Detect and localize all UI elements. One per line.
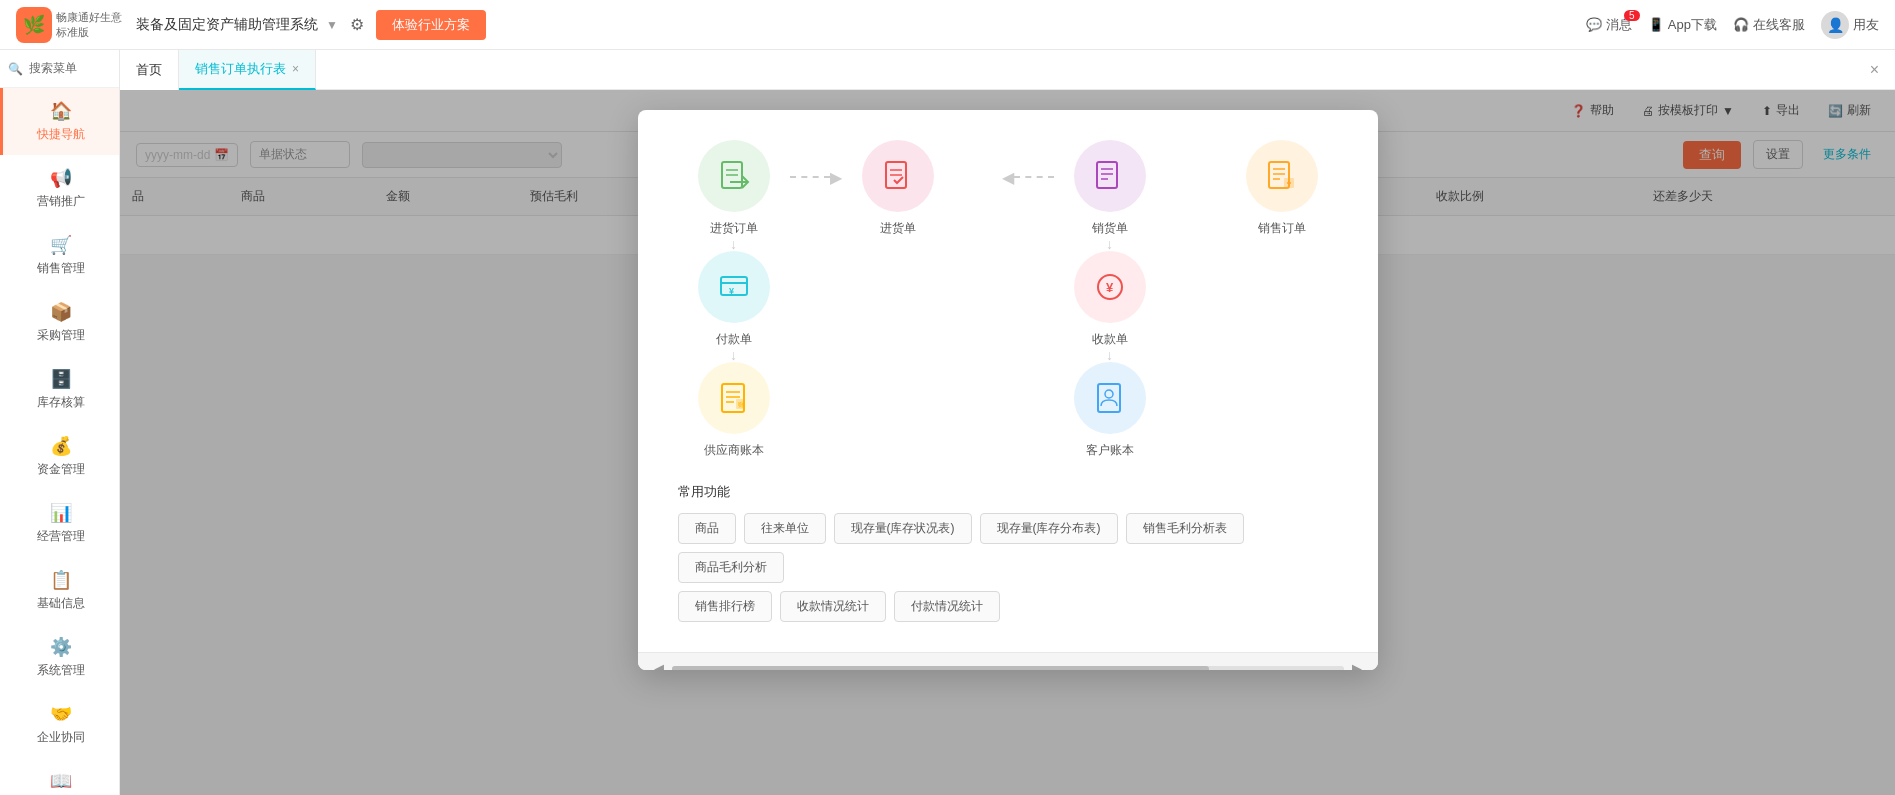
online-service-button[interactable]: 🎧 在线客服 (1733, 16, 1805, 34)
finance-icon: 💰 (50, 435, 72, 457)
system-icon: ⚙️ (50, 636, 72, 658)
sales-bill-icon (1074, 140, 1146, 212)
beginner-icon: 📖 (50, 770, 72, 792)
receipt-bill-label: 收款单 (1092, 331, 1128, 348)
message-badge: 5 (1624, 10, 1640, 21)
supplier-ledger-label: 供应商账本 (704, 442, 764, 459)
message-button[interactable]: 💬 消息 5 (1586, 16, 1632, 34)
tab-sales-order[interactable]: 销售订单执行表 × (179, 50, 316, 90)
logo-icon: 🌿 (16, 7, 52, 43)
sidebar-item-basic-info[interactable]: 📋 基础信息 (0, 557, 119, 624)
top-right-actions: 💬 消息 5 📱 App下载 🎧 在线客服 👤 用友 (1586, 11, 1879, 39)
sidebar-item-beginner[interactable]: 📖 新手引导 (0, 758, 119, 795)
scrollbar-track[interactable] (672, 666, 1344, 671)
flow-sales-order[interactable]: 销售订单 (1246, 140, 1318, 237)
flow-customer-ledger[interactable]: 客户账本 (1074, 362, 1146, 459)
sidebar-item-marketing[interactable]: 📢 营销推广 (0, 155, 119, 222)
supplier-icon: 账 (698, 362, 770, 434)
svg-text:¥: ¥ (1106, 280, 1114, 295)
cf-btn-sales-profit[interactable]: 销售毛利分析表 (1126, 513, 1244, 544)
purchase-bill-label: 进货单 (880, 220, 916, 237)
gear-icon[interactable]: ⚙ (350, 15, 364, 34)
purchase-order-icon (698, 140, 770, 212)
cf-btn-partners[interactable]: 往来单位 (744, 513, 826, 544)
sidebar-item-sales[interactable]: 🛒 销售管理 (0, 222, 119, 289)
purchase-order-label: 进货订单 (710, 220, 758, 237)
enterprise-icon: 🤝 (50, 703, 72, 725)
flow-payment-bill[interactable]: ¥ 付款单 (698, 251, 770, 348)
svg-text:账: 账 (738, 401, 745, 408)
tab-home[interactable]: 首页 (120, 50, 179, 90)
sales-order-icon (1246, 140, 1318, 212)
operations-icon: 📊 (50, 502, 72, 524)
flow-purchase-bill[interactable]: 进货单 (862, 140, 934, 237)
flow-receipt-bill[interactable]: ¥ 收款单 (1074, 251, 1146, 348)
svg-point-23 (1105, 390, 1113, 398)
service-icon: 🎧 (1733, 17, 1749, 32)
common-functions-buttons: 商品 往来单位 现存量(库存状况表) 现存量(库存分布表) 销售毛利分析表 商品… (678, 513, 1338, 583)
payment-bill-label: 付款单 (716, 331, 752, 348)
common-functions-title: 常用功能 (678, 483, 1338, 501)
flow-supplier-ledger[interactable]: 账 供应商账本 (698, 362, 770, 459)
purchase-bill-icon (862, 140, 934, 212)
sales-order-label: 销售订单 (1258, 220, 1306, 237)
scroll-left-icon[interactable]: ◀ (654, 661, 664, 670)
cf-btn-payment-stats[interactable]: 付款情况统计 (894, 591, 1000, 622)
marketing-icon: 📢 (50, 167, 72, 189)
avatar: 👤 (1821, 11, 1849, 39)
sidebar: 🔍 搜索菜单 🏠 快捷导航 📢 营销推广 🛒 销售管理 📦 采购管理 🗄️ (0, 50, 120, 795)
sidebar-item-enterprise[interactable]: 🤝 企业协同 (0, 691, 119, 758)
cf-btn-stock-dist[interactable]: 现存量(库存分布表) (980, 513, 1118, 544)
modal-overlay[interactable]: 进货订单 ↓ ¥ 付款单 ↓ (120, 90, 1895, 795)
download-icon: 📱 (1648, 17, 1664, 32)
common-functions-buttons-2: 销售排行榜 收款情况统计 付款情况统计 (678, 591, 1338, 622)
sidebar-item-inventory[interactable]: 🗄️ 库存核算 (0, 356, 119, 423)
modal-content: 进货订单 ↓ ¥ 付款单 ↓ (638, 110, 1378, 652)
logo-section: 🌿 畅康通好生意 标准版 (16, 7, 136, 43)
basic-info-icon: 📋 (50, 569, 72, 591)
sidebar-item-finance[interactable]: 💰 资金管理 (0, 423, 119, 490)
customer-ledger-icon (1074, 362, 1146, 434)
app-download-button[interactable]: 📱 App下载 (1648, 16, 1717, 34)
sidebar-item-system[interactable]: ⚙️ 系统管理 (0, 624, 119, 691)
svg-text:¥: ¥ (729, 286, 734, 296)
user-menu[interactable]: 👤 用友 (1821, 11, 1879, 39)
purchase-icon: 📦 (50, 301, 72, 323)
close-all-tabs[interactable]: × (1854, 61, 1895, 79)
experience-button[interactable]: 体验行业方案 (376, 10, 486, 40)
modal-scrollbar: ◀ ▶ (638, 652, 1378, 670)
cf-btn-goods-profit[interactable]: 商品毛利分析 (678, 552, 784, 583)
flow-purchase-order[interactable]: 进货订单 (698, 140, 770, 237)
search-icon: 🔍 (8, 62, 23, 76)
system-dropdown-icon[interactable]: ▼ (326, 18, 338, 32)
modal-dialog: 进货订单 ↓ ¥ 付款单 ↓ (638, 110, 1378, 670)
customer-ledger-label: 客户账本 (1086, 442, 1134, 459)
sidebar-item-operations[interactable]: 📊 经营管理 (0, 490, 119, 557)
sidebar-item-purchase[interactable]: 📦 采购管理 (0, 289, 119, 356)
scrollbar-thumb (672, 666, 1210, 671)
scroll-right-icon[interactable]: ▶ (1352, 661, 1362, 670)
system-title-section: 装备及固定资产辅助管理系统 ▼ ⚙ 体验行业方案 (136, 10, 1586, 40)
cf-btn-stock-status[interactable]: 现存量(库存状况表) (834, 513, 972, 544)
flow-sales-bill[interactable]: 销货单 (1074, 140, 1146, 237)
content-main: ❓ 帮助 🖨 按模板打印 ▼ ⬆ 导出 🔄 刷新 (120, 90, 1895, 795)
sales-bill-label: 销货单 (1092, 220, 1128, 237)
common-functions: 常用功能 商品 往来单位 现存量(库存状况表) 现存量(库存分布表) 销售毛利分… (678, 483, 1338, 622)
sales-icon: 🛒 (50, 234, 72, 256)
payment-icon: ¥ (698, 251, 770, 323)
tab-close-icon[interactable]: × (292, 62, 299, 76)
svg-rect-16 (1097, 162, 1117, 188)
home-icon: 🏠 (50, 100, 72, 122)
inventory-icon: 🗄️ (50, 368, 72, 390)
sidebar-item-quick-nav[interactable]: 🏠 快捷导航 (0, 88, 119, 155)
search-menu[interactable]: 🔍 搜索菜单 (0, 50, 119, 88)
logo-text: 畅康通好生意 标准版 (56, 10, 122, 39)
message-icon: 💬 (1586, 17, 1602, 32)
receipt-icon: ¥ (1074, 251, 1146, 323)
cf-btn-receipt-stats[interactable]: 收款情况统计 (780, 591, 886, 622)
cf-btn-goods[interactable]: 商品 (678, 513, 736, 544)
tabs-bar: 首页 销售订单执行表 × × (120, 50, 1895, 90)
system-title: 装备及固定资产辅助管理系统 (136, 16, 318, 34)
cf-btn-sales-ranking[interactable]: 销售排行榜 (678, 591, 772, 622)
